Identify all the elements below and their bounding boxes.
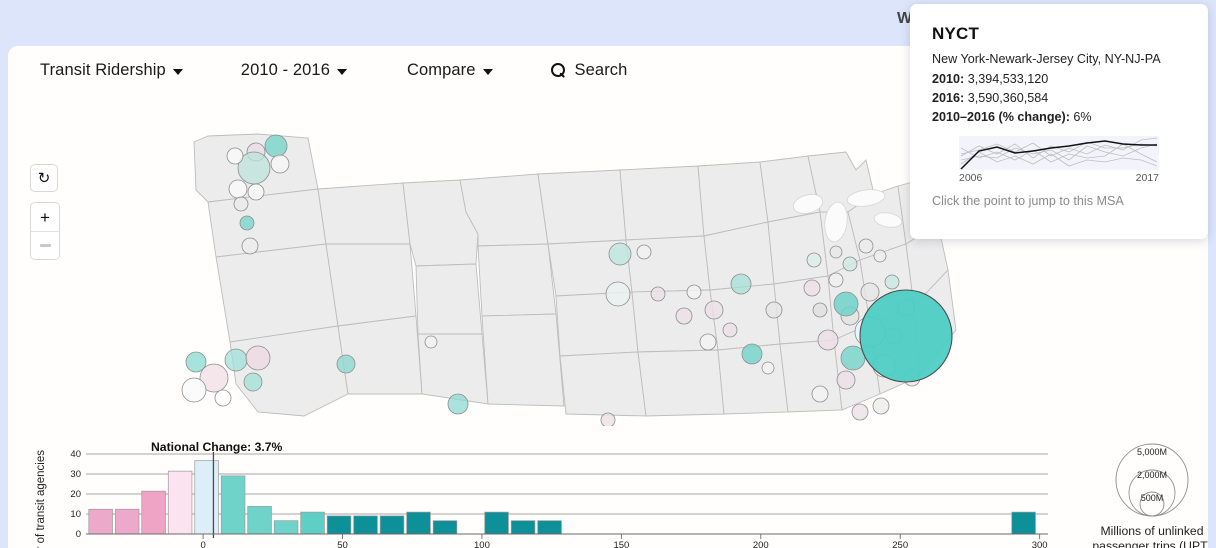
x-axis-tick-label: 100: [474, 540, 490, 548]
nav-search[interactable]: Search: [550, 60, 628, 80]
histogram-bar[interactable]: [1011, 511, 1036, 535]
tooltip-row-change: 2010–2016 (% change): 6%: [932, 110, 1186, 124]
sparkline-end-year: 2017: [1135, 172, 1159, 184]
y-axis-label: Number of transit agencies: [34, 450, 50, 548]
x-axis-tick-label: 50: [337, 540, 348, 548]
nav-transit-ridership-label: Transit Ridership: [40, 60, 166, 79]
legend-label-5000m: 5,000M: [1137, 447, 1167, 457]
tooltip-footer: Click the point to jump to this MSA: [932, 194, 1124, 208]
legend-caption-line1: Millions of unlinked: [1100, 524, 1204, 538]
reset-icon: ↻: [37, 169, 51, 187]
x-axis-tick-label: 0: [200, 540, 205, 548]
histogram-bars: [88, 460, 1036, 535]
histogram-bar[interactable]: [326, 515, 352, 535]
svg-text:0: 0: [76, 529, 81, 540]
legend-caption-line2: passenger trips (UPT): [1092, 539, 1208, 548]
tooltip-row-change-label: 2010–2016 (% change):: [932, 110, 1070, 124]
histogram-bar[interactable]: [510, 520, 536, 535]
svg-text:20: 20: [70, 489, 81, 500]
bubble-size-legend-svg: 5,000M 2,000M 500M: [1115, 443, 1189, 517]
nav-search-label: Search: [574, 60, 628, 79]
plus-icon: +: [40, 207, 50, 227]
app-root: W Transit Ridership 2010 - 2016 Compare …: [0, 0, 1216, 548]
svg-text:40: 40: [70, 449, 81, 460]
svg-text:10: 10: [70, 509, 81, 520]
tooltip-row-change-value: 6%: [1073, 110, 1092, 124]
histogram-bar[interactable]: [273, 520, 299, 535]
x-axis-tick-label: 300: [1032, 540, 1048, 548]
x-axis-ticks: 0 50 100 150 200 250 300: [200, 534, 1048, 548]
chevron-down-icon: [336, 68, 347, 75]
histogram-bar[interactable]: [484, 511, 509, 535]
tooltip-sparkline: 2006 2017: [959, 134, 1159, 184]
legend-label-500m: 500M: [1141, 493, 1164, 503]
histogram-bar[interactable]: [114, 508, 140, 535]
tooltip-row-2010-value: 3,394,533,120: [967, 72, 1049, 86]
histogram-bar[interactable]: [353, 515, 378, 535]
bubble-size-legend-caption: Millions of unlinked passenger trips (UP…: [1090, 524, 1208, 548]
map-zoom-group: +: [30, 202, 60, 260]
minus-icon: [39, 244, 51, 247]
nav-transit-ridership[interactable]: Transit Ridership: [40, 61, 183, 80]
nav-compare[interactable]: Compare: [407, 61, 493, 80]
tooltip-row-2010: 2010: 3,394,533,120: [932, 72, 1186, 86]
tooltip-row-2010-label: 2010:: [932, 72, 965, 86]
y-axis-ticks: 40 30 20 10 0: [70, 449, 81, 540]
histogram-bar[interactable]: [406, 511, 431, 535]
chevron-down-icon: [172, 68, 183, 75]
msa-tooltip[interactable]: NYCT New York-Newark-Jersey City, NY-NJ-…: [910, 4, 1208, 239]
histogram-bar[interactable]: [247, 506, 272, 535]
tooltip-row-2016-label: 2016:: [932, 91, 965, 105]
histogram-bar[interactable]: [220, 475, 246, 535]
y-axis-label-text: Number of transit agencies: [35, 450, 47, 548]
search-icon: [550, 62, 566, 78]
histogram-bar[interactable]: [167, 470, 193, 535]
histogram-bar[interactable]: [432, 520, 458, 535]
x-axis-tick-label: 250: [892, 540, 908, 548]
tooltip-sparkline-svg: [959, 136, 1159, 170]
tooltip-row-2016-value: 3,590,360,584: [967, 91, 1049, 105]
map-reset-button[interactable]: ↻: [30, 164, 58, 192]
legend-label-2000m: 2,000M: [1137, 470, 1167, 480]
nav-year-range-label: 2010 - 2016: [240, 60, 330, 79]
map-bubble-nyct: [859, 289, 953, 383]
sparkline-year-labels: 2006 2017: [959, 172, 1159, 184]
chevron-down-icon: [482, 68, 493, 75]
histogram-bar[interactable]: [194, 460, 219, 535]
nav-compare-label: Compare: [406, 60, 476, 79]
histogram-bar[interactable]: [537, 520, 562, 535]
histogram-bar[interactable]: [141, 490, 166, 535]
tooltip-title: NYCT: [932, 24, 980, 43]
tooltip-subtitle: New York-Newark-Jersey City, NY-NJ-PA: [932, 52, 1161, 66]
map-controls: ↻ +: [30, 164, 60, 260]
nav-year-range[interactable]: 2010 - 2016: [241, 61, 347, 80]
x-axis-tick-label: 150: [613, 540, 629, 548]
histogram-bar[interactable]: [300, 511, 325, 535]
histogram-bar[interactable]: [379, 515, 405, 535]
map-zoom-out-button[interactable]: [31, 231, 59, 259]
sparkline-start-year: 2006: [959, 172, 983, 184]
tooltip-row-2016: 2016: 3,590,360,584: [932, 91, 1186, 105]
map-zoom-in-button[interactable]: +: [31, 203, 59, 231]
svg-text:30: 30: [70, 469, 81, 480]
national-change-label: National Change: 3.7%: [151, 440, 283, 454]
histogram-bar[interactable]: [88, 508, 113, 535]
x-axis-tick-label: 200: [753, 540, 769, 548]
bubble-size-legend: 5,000M 2,000M 500M Millions of unlinked …: [1090, 438, 1208, 548]
